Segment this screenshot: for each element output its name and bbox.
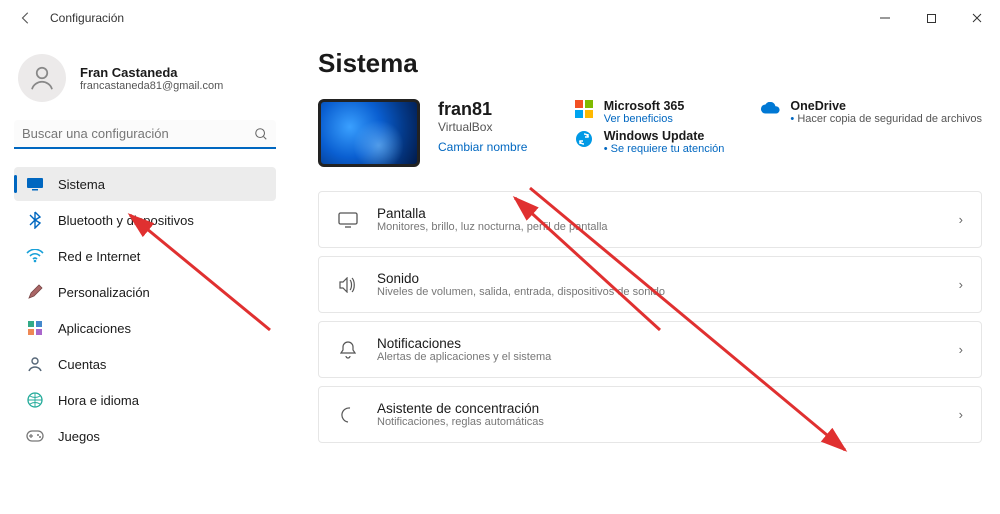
tile-onedrive[interactable]: OneDrive Hacer copia de seguridad de arc… bbox=[760, 99, 982, 125]
nav-label: Personalización bbox=[58, 285, 150, 300]
update-icon bbox=[574, 129, 594, 149]
nav-label: Aplicaciones bbox=[58, 321, 131, 336]
search-box[interactable] bbox=[14, 120, 276, 149]
bell-icon bbox=[337, 339, 359, 361]
card-sonido[interactable]: Sonido Niveles de volumen, salida, entra… bbox=[318, 256, 982, 313]
system-info-row: fran81 VirtualBox Cambiar nombre Microso… bbox=[318, 99, 982, 167]
maximize-icon bbox=[926, 13, 937, 24]
moon-icon bbox=[337, 404, 359, 426]
nav-item-cuentas[interactable]: Cuentas bbox=[14, 347, 276, 381]
account-block[interactable]: Fran Castaneda francastaneda81@gmail.com bbox=[14, 46, 276, 120]
card-sub: Niveles de volumen, salida, entrada, dis… bbox=[377, 286, 665, 298]
nav-label: Hora e idioma bbox=[58, 393, 139, 408]
nav-item-red[interactable]: Red e Internet bbox=[14, 239, 276, 273]
close-icon bbox=[971, 12, 983, 24]
chevron-right-icon: › bbox=[959, 212, 963, 227]
tile-sub[interactable]: Se requiere tu atención bbox=[604, 143, 725, 155]
card-title: Sonido bbox=[377, 271, 665, 286]
card-notificaciones[interactable]: Notificaciones Alertas de aplicaciones y… bbox=[318, 321, 982, 378]
apps-icon bbox=[26, 319, 44, 337]
tile-m365[interactable]: Microsoft 365 Ver beneficios bbox=[574, 99, 725, 125]
card-pantalla[interactable]: Pantalla Monitores, brillo, luz nocturna… bbox=[318, 191, 982, 248]
desktop-thumbnail[interactable] bbox=[318, 99, 420, 167]
card-sub: Alertas de aplicaciones y el sistema bbox=[377, 351, 551, 363]
nav-item-hora[interactable]: Hora e idioma bbox=[14, 383, 276, 417]
card-sub: Monitores, brillo, luz nocturna, perfil … bbox=[377, 221, 608, 233]
arrow-left-icon bbox=[19, 11, 33, 25]
nav-item-juegos[interactable]: Juegos bbox=[14, 419, 276, 453]
tile-title: Microsoft 365 bbox=[604, 99, 685, 113]
card-concentracion[interactable]: Asistente de concentración Notificacione… bbox=[318, 386, 982, 443]
nav-label: Bluetooth y dispositivos bbox=[58, 213, 194, 228]
games-icon bbox=[26, 427, 44, 445]
titlebar: Configuración bbox=[0, 0, 1000, 36]
nav-label: Sistema bbox=[58, 177, 105, 192]
nav-label: Red e Internet bbox=[58, 249, 140, 264]
display-icon bbox=[26, 175, 44, 193]
page-title: Sistema bbox=[318, 48, 982, 79]
chevron-right-icon: › bbox=[959, 407, 963, 422]
search-icon bbox=[254, 127, 268, 141]
content: Sistema fran81 VirtualBox Cambiar nombre… bbox=[290, 36, 1000, 514]
rename-link[interactable]: Cambiar nombre bbox=[438, 140, 527, 154]
chevron-right-icon: › bbox=[959, 277, 963, 292]
clock-globe-icon bbox=[26, 391, 44, 409]
nav-item-personalizacion[interactable]: Personalización bbox=[14, 275, 276, 309]
tile-update[interactable]: Windows Update Se requiere tu atención bbox=[574, 129, 725, 155]
tile-sub: Hacer copia de seguridad de archivos bbox=[790, 113, 982, 125]
account-email: francastaneda81@gmail.com bbox=[80, 80, 223, 92]
accounts-icon bbox=[26, 355, 44, 373]
wifi-icon bbox=[26, 247, 44, 265]
account-name: Fran Castaneda bbox=[80, 65, 223, 80]
window-title: Configuración bbox=[50, 11, 124, 25]
close-button[interactable] bbox=[954, 2, 1000, 34]
m365-icon bbox=[574, 99, 594, 119]
pc-subtitle: VirtualBox bbox=[438, 120, 527, 134]
maximize-button[interactable] bbox=[908, 2, 954, 34]
bluetooth-icon bbox=[26, 211, 44, 229]
brush-icon bbox=[26, 283, 44, 301]
sound-icon bbox=[337, 274, 359, 296]
nav-label: Cuentas bbox=[58, 357, 106, 372]
cloud-icon bbox=[760, 99, 780, 119]
minimize-icon bbox=[879, 12, 891, 24]
nav-item-bluetooth[interactable]: Bluetooth y dispositivos bbox=[14, 203, 276, 237]
nav-list: Sistema Bluetooth y dispositivos Red e I… bbox=[14, 167, 276, 453]
tile-sub[interactable]: Ver beneficios bbox=[604, 113, 685, 125]
minimize-button[interactable] bbox=[862, 2, 908, 34]
tile-title: Windows Update bbox=[604, 129, 725, 143]
chevron-right-icon: › bbox=[959, 342, 963, 357]
nav-item-sistema[interactable]: Sistema bbox=[14, 167, 276, 201]
tile-title: OneDrive bbox=[790, 99, 982, 113]
nav-label: Juegos bbox=[58, 429, 100, 444]
settings-cards: Pantalla Monitores, brillo, luz nocturna… bbox=[318, 191, 982, 443]
card-title: Notificaciones bbox=[377, 336, 551, 351]
person-icon bbox=[27, 63, 57, 93]
nav-item-aplicaciones[interactable]: Aplicaciones bbox=[14, 311, 276, 345]
avatar bbox=[18, 54, 66, 102]
card-sub: Notificaciones, reglas automáticas bbox=[377, 416, 544, 428]
pc-name: fran81 bbox=[438, 99, 527, 120]
card-title: Pantalla bbox=[377, 206, 608, 221]
search-input[interactable] bbox=[22, 126, 254, 141]
back-button[interactable] bbox=[12, 4, 40, 32]
monitor-icon bbox=[337, 209, 359, 231]
card-title: Asistente de concentración bbox=[377, 401, 544, 416]
sidebar: Fran Castaneda francastaneda81@gmail.com… bbox=[0, 36, 290, 514]
